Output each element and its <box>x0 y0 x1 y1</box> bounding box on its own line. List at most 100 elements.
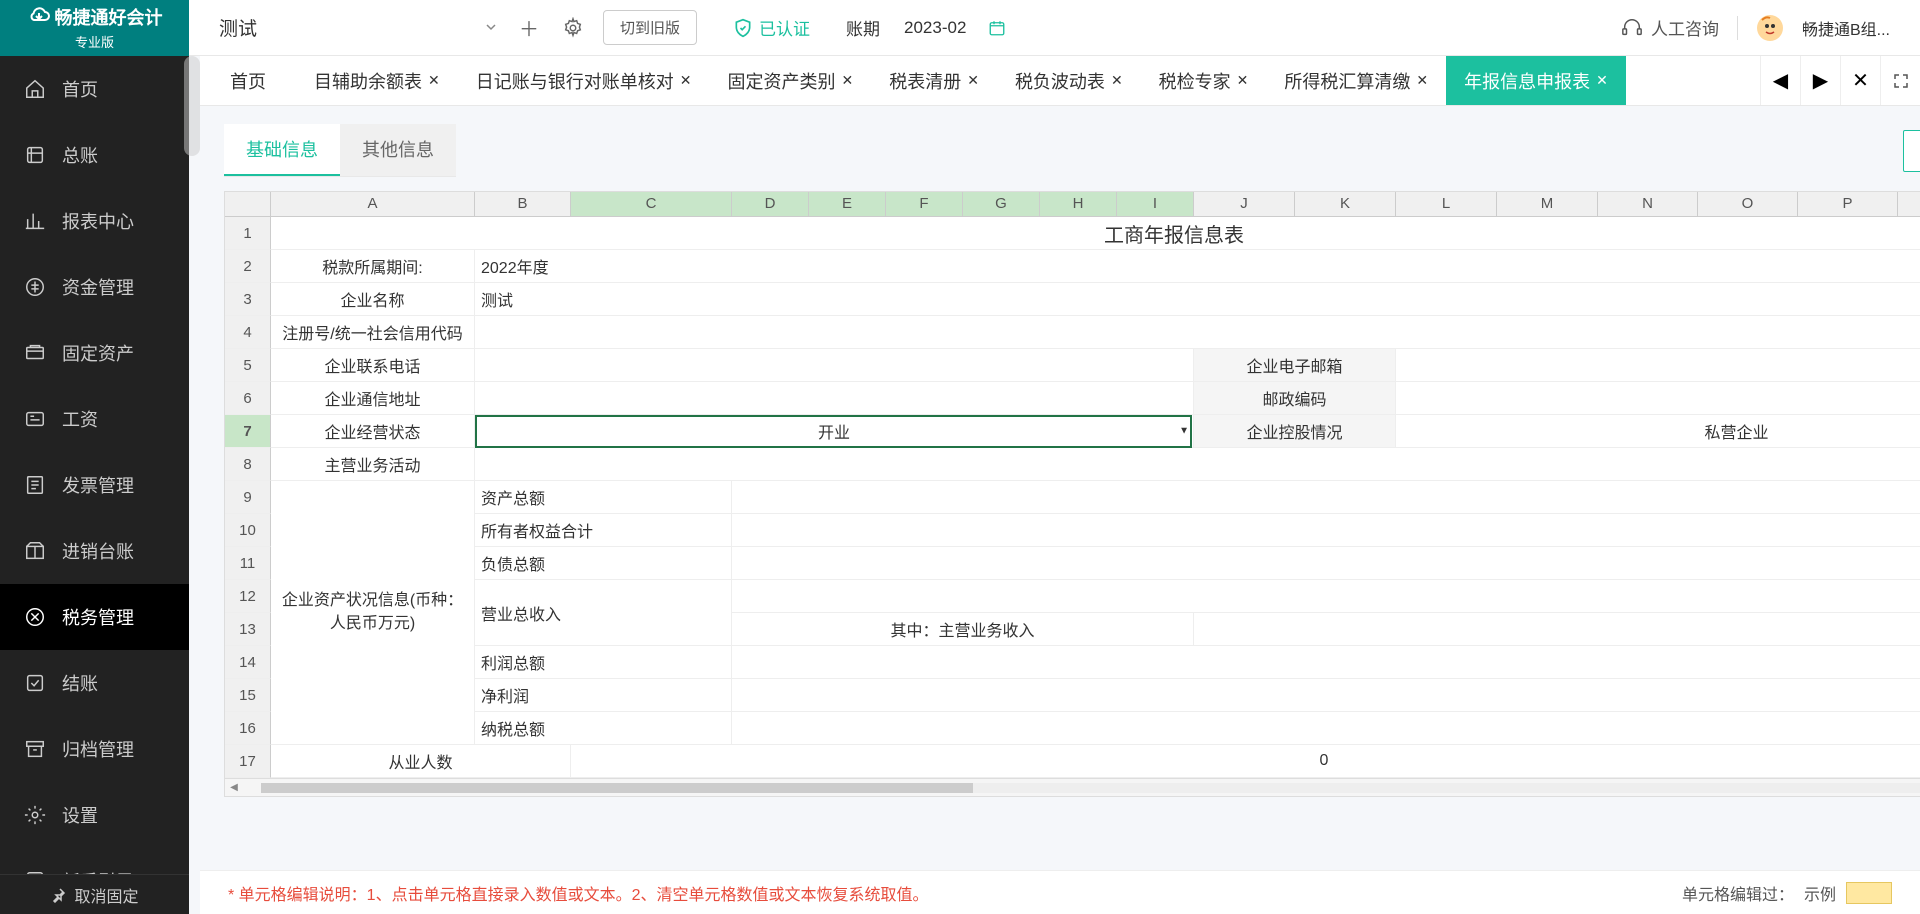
user-avatar-icon[interactable] <box>1756 14 1784 42</box>
tab-fullscreen[interactable] <box>1880 56 1920 105</box>
tab-close-icon[interactable]: ✕ <box>1596 72 1608 89</box>
unpin-button[interactable]: 取消固定 <box>0 874 189 914</box>
value-regno[interactable] <box>475 316 1920 349</box>
tab-0[interactable]: 目辅助余额表✕ <box>296 56 458 105</box>
sidebar-item-fund[interactable]: 资金管理 <box>0 254 189 320</box>
tab-2[interactable]: 固定资产类别✕ <box>709 56 871 105</box>
col-header-D[interactable]: D <box>732 192 809 216</box>
col-header-H[interactable]: H <box>1040 192 1117 216</box>
scroll-track-h[interactable] <box>261 783 1920 793</box>
company-select[interactable]: 测试 <box>219 10 499 46</box>
liabilities-value[interactable] <box>732 547 1920 580</box>
tab-close-icon[interactable]: ✕ <box>1416 72 1428 89</box>
col-header-Q[interactable]: Q <box>1898 192 1920 216</box>
tab-6[interactable]: 所得税汇算清缴✕ <box>1266 56 1446 105</box>
row-header-3[interactable]: 3 <box>225 283 271 316</box>
tab-4[interactable]: 税负波动表✕ <box>997 56 1141 105</box>
col-header-F[interactable]: F <box>886 192 963 216</box>
calendar-icon[interactable] <box>988 19 1006 37</box>
row-header-17[interactable]: 17 <box>225 745 271 778</box>
owner-equity-value[interactable] <box>732 514 1920 547</box>
row-header-10[interactable]: 10 <box>225 514 271 547</box>
value-email[interactable] <box>1396 349 1920 382</box>
col-header-O[interactable]: O <box>1698 192 1798 216</box>
col-header-I[interactable]: I <box>1117 192 1194 216</box>
tab-3[interactable]: 税表清册✕ <box>871 56 997 105</box>
col-header-A[interactable]: A <box>271 192 475 216</box>
row-header-1[interactable]: 1 <box>225 217 271 250</box>
row-header-4[interactable]: 4 <box>225 316 271 349</box>
row-header-8[interactable]: 8 <box>225 448 271 481</box>
row-header-13[interactable]: 13 <box>225 613 271 646</box>
col-header-B[interactable]: B <box>475 192 571 216</box>
row-header-7[interactable]: 7 <box>225 415 271 448</box>
total-assets-value[interactable] <box>732 481 1920 514</box>
value-employees[interactable]: 0 <box>571 745 1920 778</box>
scroll-thumb-h[interactable] <box>261 783 973 793</box>
value-company[interactable]: 测试 <box>475 283 1920 316</box>
consult-button[interactable]: 人工咨询 <box>1621 15 1719 40</box>
sidebar-item-invoice[interactable]: 发票管理 <box>0 452 189 518</box>
row-header-5[interactable]: 5 <box>225 349 271 382</box>
tab-close-icon[interactable]: ✕ <box>1237 72 1249 89</box>
col-header-N[interactable]: N <box>1598 192 1698 216</box>
scroll-left-arrow[interactable]: ◀ <box>225 782 243 793</box>
row-header-2[interactable]: 2 <box>225 250 271 283</box>
sidebar-item-home[interactable]: 首页 <box>0 56 189 122</box>
horizontal-scrollbar[interactable]: ◀ ▶ <box>225 778 1920 796</box>
sidebar-scrollbar[interactable] <box>184 56 200 156</box>
row-header-12[interactable]: 12 <box>225 580 271 613</box>
col-header-G[interactable]: G <box>963 192 1040 216</box>
settings-gear-button[interactable] <box>559 14 587 42</box>
main-revenue-value[interactable] <box>1194 613 1920 646</box>
row-header-11[interactable]: 11 <box>225 547 271 580</box>
sidebar-item-salary[interactable]: 工资 <box>0 386 189 452</box>
dropdown-arrow-icon[interactable]: ▼ <box>1179 426 1189 437</box>
col-header-P[interactable]: P <box>1798 192 1898 216</box>
tab-close-icon[interactable]: ✕ <box>841 72 853 89</box>
status-dropdown[interactable]: 开业▼ <box>475 415 1194 448</box>
tab-7[interactable]: 年报信息申报表✕ <box>1446 56 1626 105</box>
sidebar-item-archive[interactable]: 归档管理 <box>0 716 189 782</box>
tab-close-icon[interactable]: ✕ <box>967 72 979 89</box>
user-name[interactable]: 畅捷通B组... <box>1802 16 1890 40</box>
switch-old-version-button[interactable]: 切到旧版 <box>603 10 697 45</box>
col-header-L[interactable]: L <box>1396 192 1497 216</box>
sidebar-item-asset[interactable]: 固定资产 <box>0 320 189 386</box>
reset-report-button[interactable]: 重置报表 <box>1903 130 1920 172</box>
sidebar-item-ledger[interactable]: 总账 <box>0 122 189 188</box>
tab-scroll-right[interactable]: ▶ <box>1800 56 1840 105</box>
tax-total-value[interactable] <box>732 712 1920 745</box>
sidebar-item-stock[interactable]: 进销台账 <box>0 518 189 584</box>
profit-total-value[interactable] <box>732 646 1920 679</box>
period-value[interactable]: 2023-02 <box>904 18 966 38</box>
tab-scroll-left[interactable]: ◀ <box>1760 56 1800 105</box>
tab-close-all[interactable]: ✕ <box>1840 56 1880 105</box>
sub-tab-0[interactable]: 基础信息 <box>224 124 340 176</box>
tab-5[interactable]: 税检专家✕ <box>1141 56 1267 105</box>
tab-close-icon[interactable]: ✕ <box>428 72 440 89</box>
row-header-6[interactable]: 6 <box>225 382 271 415</box>
net-profit-value[interactable] <box>732 679 1920 712</box>
sidebar-item-tax[interactable]: 税务管理 <box>0 584 189 650</box>
value-holding[interactable]: 私营企业 <box>1396 415 1920 448</box>
value-period[interactable]: 2022年度 <box>475 250 1920 283</box>
value-addr[interactable] <box>475 382 1194 415</box>
add-button[interactable]: ＋ <box>515 14 543 42</box>
sheet-corner[interactable] <box>225 192 271 216</box>
tab-close-icon[interactable]: ✕ <box>1111 72 1123 89</box>
tab-1[interactable]: 日记账与银行对账单核对✕ <box>458 56 710 105</box>
row-header-9[interactable]: 9 <box>225 481 271 514</box>
sidebar-item-report[interactable]: 报表中心 <box>0 188 189 254</box>
row-header-16[interactable]: 16 <box>225 712 271 745</box>
tab-home[interactable]: 首页 <box>200 56 296 105</box>
col-header-E[interactable]: E <box>809 192 886 216</box>
row-header-15[interactable]: 15 <box>225 679 271 712</box>
sub-tab-1[interactable]: 其他信息 <box>340 124 456 176</box>
col-header-J[interactable]: J <box>1194 192 1295 216</box>
row-header-14[interactable]: 14 <box>225 646 271 679</box>
revenue-value[interactable] <box>732 580 1920 613</box>
col-header-K[interactable]: K <box>1295 192 1396 216</box>
sidebar-item-setting[interactable]: 设置 <box>0 782 189 848</box>
tab-close-icon[interactable]: ✕ <box>680 72 692 89</box>
